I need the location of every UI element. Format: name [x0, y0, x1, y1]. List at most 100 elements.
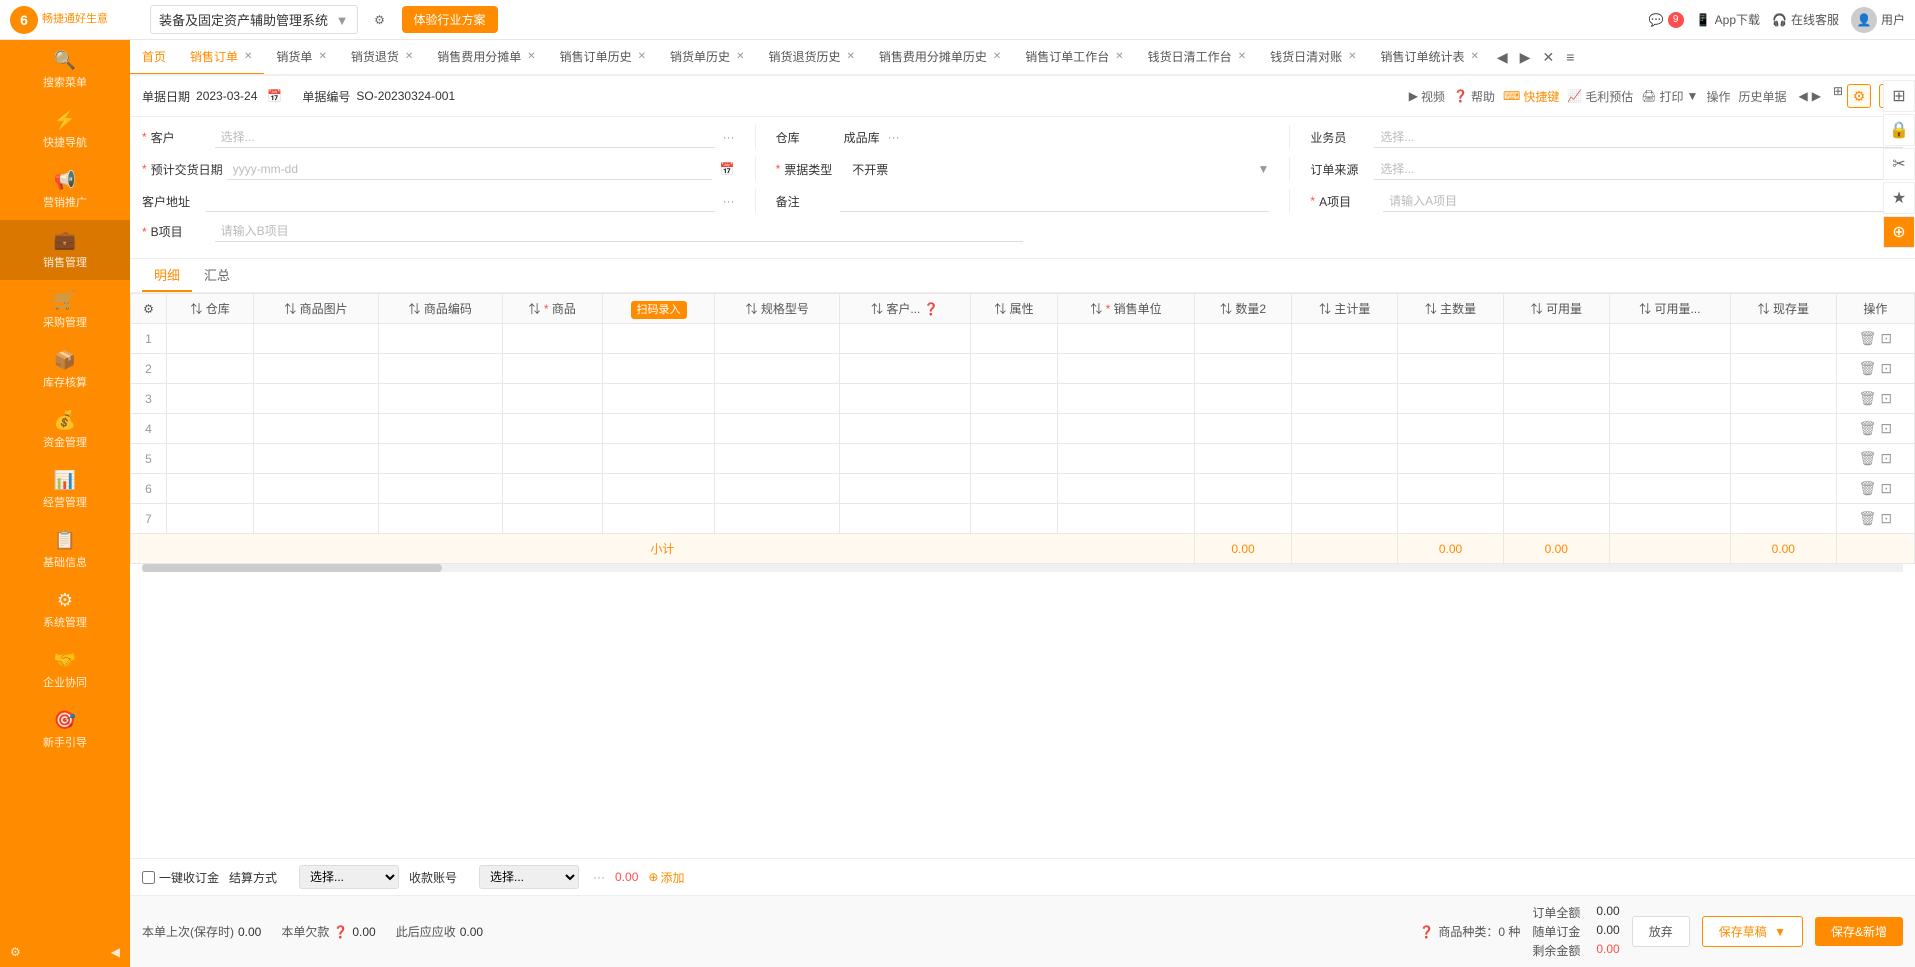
row-main-qty-6[interactable] — [1398, 474, 1504, 504]
scrollbar-thumb[interactable] — [142, 564, 442, 572]
row-attribute-5[interactable] — [970, 444, 1057, 474]
row-attribute-2[interactable] — [970, 354, 1057, 384]
row-scan-7[interactable] — [602, 504, 715, 534]
row-sales-unit-4[interactable] — [1058, 414, 1195, 444]
row-image-2[interactable] — [254, 354, 378, 384]
row-customer-code-5[interactable] — [839, 444, 970, 474]
row-sales-unit-7[interactable] — [1058, 504, 1195, 534]
row-available2-6[interactable] — [1609, 474, 1730, 504]
row-delete-btn-3[interactable]: 🗑 — [1859, 390, 1877, 407]
row-main-unit-3[interactable] — [1292, 384, 1398, 414]
row-delete-btn-6[interactable]: 🗑 — [1859, 480, 1877, 497]
tab-sales-refund[interactable]: 销货退货 ✕ — [339, 40, 425, 75]
row-available2-5[interactable] — [1609, 444, 1730, 474]
row-copy-btn-5[interactable]: ⊡ — [1880, 450, 1892, 467]
history-action[interactable]: 历史单据 — [1738, 88, 1786, 105]
row-sales-unit-1[interactable] — [1058, 324, 1195, 354]
row-customer-code-3[interactable] — [839, 384, 970, 414]
shortcut-action[interactable]: ⌨ 快捷键 — [1503, 88, 1559, 105]
quick-order-checkbox[interactable] — [142, 871, 155, 884]
row-main-unit-4[interactable] — [1292, 414, 1398, 444]
grid-view-btn[interactable]: ⊞ — [1833, 84, 1843, 108]
sidebar-item-quick-nav[interactable]: ⚡ 快捷导航 — [0, 100, 130, 160]
row-copy-btn-6[interactable]: ⊡ — [1880, 480, 1892, 497]
row-product-3[interactable] — [502, 384, 602, 414]
row-code-5[interactable] — [378, 444, 502, 474]
save-draft-arrow[interactable]: ▼ — [1774, 925, 1786, 939]
right-panel-btn-3[interactable]: ✂ — [1883, 148, 1915, 180]
row-stock-6[interactable] — [1730, 474, 1836, 504]
sidebar-item-inventory[interactable]: 📦 库存核算 — [0, 340, 130, 400]
row-customer-code-7[interactable] — [839, 504, 970, 534]
row-customer-code-4[interactable] — [839, 414, 970, 444]
save-draft-button[interactable]: 保存草稿 ▼ — [1702, 916, 1803, 947]
horizontal-scrollbar[interactable] — [142, 564, 1903, 572]
tab-next-btn[interactable]: ▶ — [1514, 40, 1537, 75]
row-scan-5[interactable] — [602, 444, 715, 474]
discard-button[interactable]: 放弃 — [1632, 916, 1690, 947]
sidebar-item-enterprise[interactable]: 🤝 企业协同 — [0, 640, 130, 700]
row-available-5[interactable] — [1503, 444, 1609, 474]
row-stock-7[interactable] — [1730, 504, 1836, 534]
close-sales-order-history-tab[interactable]: ✕ — [638, 51, 646, 62]
tab-sales-order[interactable]: 销售订单 ✕ — [178, 40, 264, 75]
row-stock-2[interactable] — [1730, 354, 1836, 384]
industry-button[interactable]: 体验行业方案 — [402, 6, 498, 33]
close-sales-order-tab[interactable]: ✕ — [244, 51, 252, 62]
app-download-item[interactable]: 📱 App下载 — [1696, 11, 1760, 28]
close-cashflow-daily-tab[interactable]: ✕ — [1238, 51, 1246, 62]
th-scan[interactable]: 扫码录入 — [602, 294, 715, 324]
tab-sales-refund-history[interactable]: 销货退货历史 ✕ — [756, 40, 866, 75]
b-project-input[interactable] — [215, 221, 1023, 242]
right-panel-btn-5[interactable]: ⊕ — [1883, 216, 1915, 248]
tab-close-btn[interactable]: ✕ — [1536, 40, 1560, 75]
customer-dots[interactable]: ··· — [723, 130, 735, 144]
row-copy-btn-1[interactable]: ⊡ — [1880, 330, 1892, 347]
row-attribute-7[interactable] — [970, 504, 1057, 534]
invoice-dropdown-icon[interactable]: ▼ — [1258, 162, 1270, 176]
row-scan-6[interactable] — [602, 474, 715, 504]
close-sales-return-history-tab[interactable]: ✕ — [736, 51, 744, 62]
note-input[interactable] — [840, 191, 1270, 212]
date-calendar-icon[interactable]: 📅 — [267, 89, 282, 103]
row-delete-btn-5[interactable]: 🗑 — [1859, 450, 1877, 467]
row-image-6[interactable] — [254, 474, 378, 504]
row-customer-code-1[interactable] — [839, 324, 970, 354]
row-code-2[interactable] — [378, 354, 502, 384]
row-available2-1[interactable] — [1609, 324, 1730, 354]
row-attribute-3[interactable] — [970, 384, 1057, 414]
row-code-4[interactable] — [378, 414, 502, 444]
row-stock-3[interactable] — [1730, 384, 1836, 414]
right-panel-btn-1[interactable]: ⊞ — [1883, 80, 1915, 112]
tab-home[interactable]: 首页 — [130, 40, 178, 75]
row-main-qty-3[interactable] — [1398, 384, 1504, 414]
row-main-unit-1[interactable] — [1292, 324, 1398, 354]
row-available-1[interactable] — [1503, 324, 1609, 354]
row-sales-unit-6[interactable] — [1058, 474, 1195, 504]
row-code-1[interactable] — [378, 324, 502, 354]
online-service-item[interactable]: 🎧 在线客服 — [1772, 11, 1839, 28]
address-input[interactable] — [206, 191, 715, 212]
sidebar-item-purchase[interactable]: 🛒 采购管理 — [0, 280, 130, 340]
tab-sales-order-history[interactable]: 销售订单历史 ✕ — [548, 40, 658, 75]
row-product-5[interactable] — [502, 444, 602, 474]
row-main-unit-2[interactable] — [1292, 354, 1398, 384]
close-sales-refund-history-tab[interactable]: ✕ — [846, 51, 854, 62]
row-spec-3[interactable] — [715, 384, 839, 414]
row-sales-unit-5[interactable] — [1058, 444, 1195, 474]
sidebar-item-finance[interactable]: 💰 资金管理 — [0, 400, 130, 460]
row-qty2-1[interactable] — [1194, 324, 1292, 354]
tab-cashflow-daily[interactable]: 钱货日清工作台 ✕ — [1136, 40, 1258, 75]
tab-prev-btn[interactable]: ◀ — [1491, 40, 1514, 75]
row-stock-4[interactable] — [1730, 414, 1836, 444]
row-main-qty-7[interactable] — [1398, 504, 1504, 534]
tab-cashflow-account[interactable]: 钱货日清对账 ✕ — [1258, 40, 1368, 75]
table-settings-icon[interactable]: ⚙ — [143, 302, 154, 316]
next-record-btn[interactable]: ▶ — [1812, 89, 1821, 103]
user-item[interactable]: 👤 用户 — [1851, 7, 1905, 33]
row-main-unit-6[interactable] — [1292, 474, 1398, 504]
row-attribute-6[interactable] — [970, 474, 1057, 504]
row-qty2-2[interactable] — [1194, 354, 1292, 384]
row-delete-btn-2[interactable]: 🗑 — [1859, 360, 1877, 377]
detail-tab-mingxi[interactable]: 明细 — [142, 259, 192, 292]
